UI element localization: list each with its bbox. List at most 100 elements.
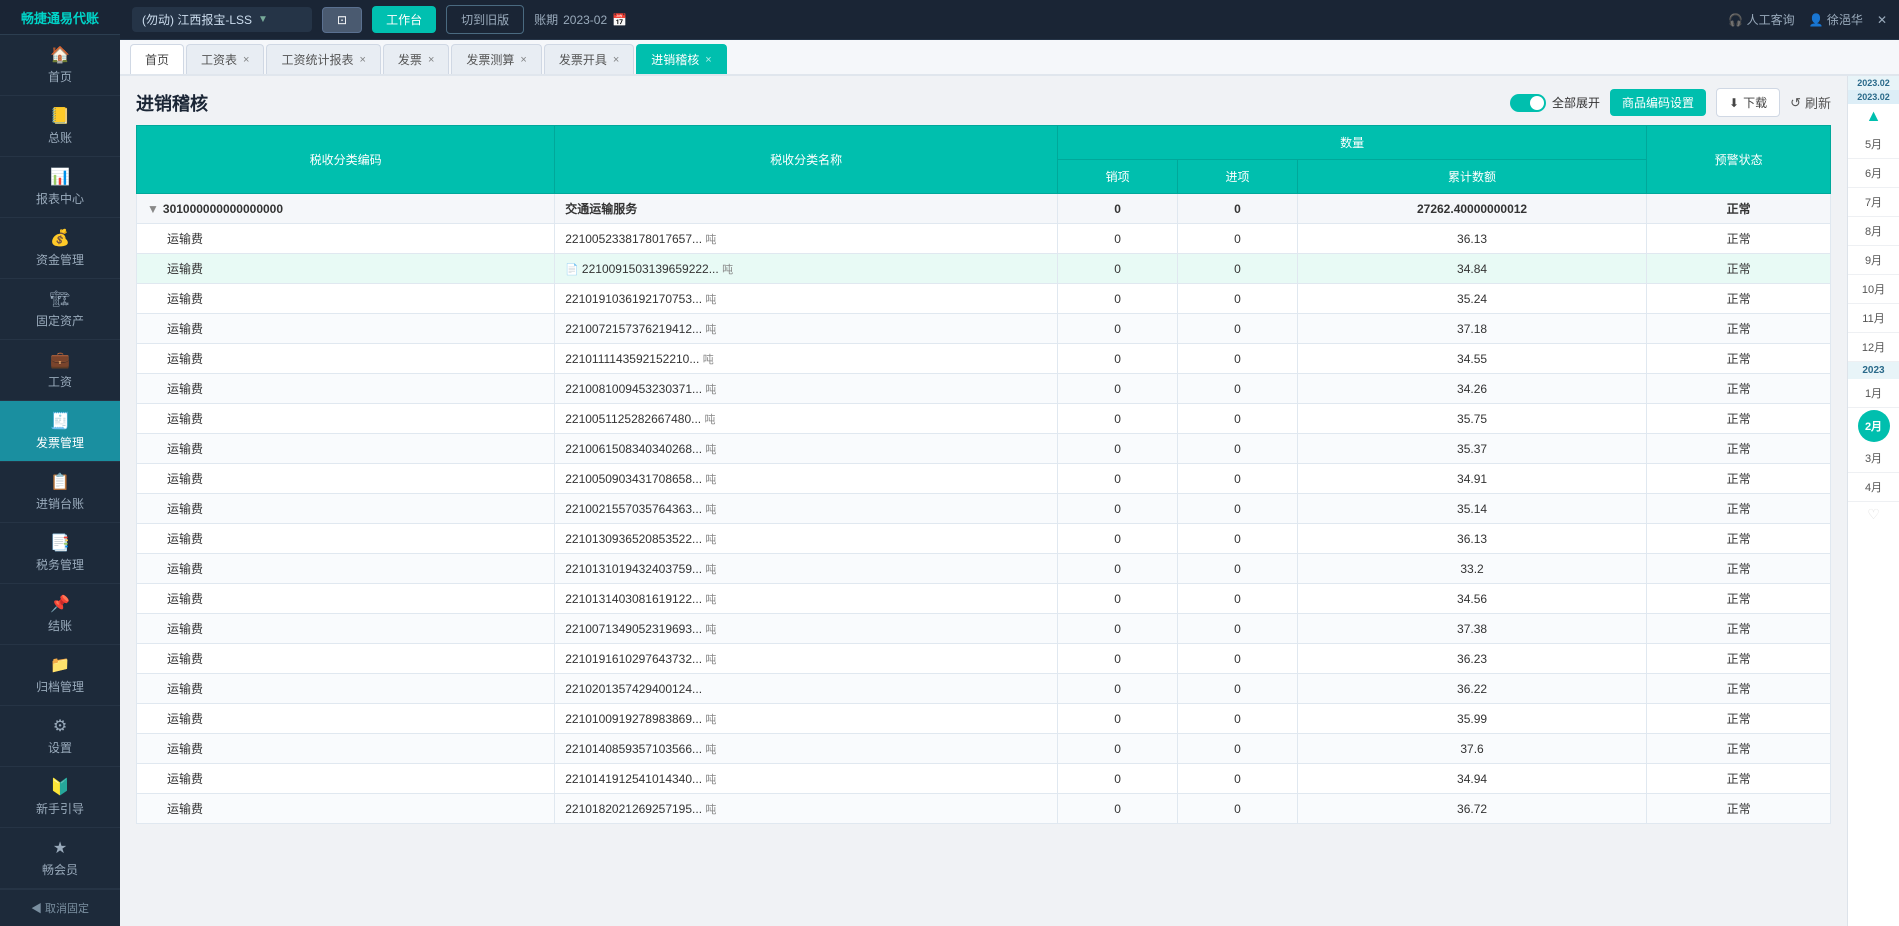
sidebar-label-tax: 税务管理 <box>36 556 84 573</box>
tab-home[interactable]: 首页 <box>130 44 184 74</box>
cell-code: ▼301000000000000000 <box>137 194 555 224</box>
finance-icon: 💰 <box>50 228 70 248</box>
sidebar-item-closing[interactable]: 📌 结账 <box>0 584 120 645</box>
tab-invoice-issue[interactable]: 发票开具 × <box>544 44 634 74</box>
close-btn[interactable]: ✕ <box>1877 13 1887 27</box>
cell-cumulative: 36.13 <box>1297 224 1646 254</box>
month-jan[interactable]: 1月 <box>1848 379 1899 408</box>
cell-invoice: 2210052338178017657... 吨 <box>555 224 1058 254</box>
tab-reconcile-close[interactable]: × <box>705 54 711 66</box>
refresh-btn[interactable]: ↺ 刷新 <box>1790 93 1831 112</box>
cell-sales: 0 <box>1058 734 1178 764</box>
period-label: 账期 <box>534 11 558 28</box>
month-may[interactable]: 5月 <box>1848 130 1899 159</box>
cell-purchase: 0 <box>1178 224 1298 254</box>
ledger-icon: 📒 <box>50 106 70 126</box>
sidebar-item-home[interactable]: 🏠 首页 <box>0 35 120 96</box>
tab-payroll-close[interactable]: × <box>243 54 249 66</box>
workspace-btn[interactable]: 工作台 <box>372 6 436 33</box>
assets-icon: 🏗 <box>50 289 70 309</box>
company-selector[interactable]: (勿动) 江西报宝-LSS ▼ <box>132 7 312 32</box>
month-dec[interactable]: 12月 <box>1848 333 1899 362</box>
cell-invoice: 2210131019432403759... 吨 <box>555 554 1058 584</box>
cell-purchase: 0 <box>1178 254 1298 284</box>
sidebar-item-invoices[interactable]: 🧾 发票管理 <box>0 401 120 462</box>
tab-reconcile[interactable]: 进销稽核 × <box>636 44 726 74</box>
tab-payroll-table[interactable]: 工资表 × <box>186 44 264 74</box>
month-mar[interactable]: 3月 <box>1848 444 1899 473</box>
tab-invoice-calc-close[interactable]: × <box>520 54 526 66</box>
sidebar-item-guide[interactable]: 🔰 新手引导 <box>0 767 120 828</box>
cell-status: 正常 <box>1647 734 1831 764</box>
cell-purchase: 0 <box>1178 314 1298 344</box>
tab-invoice[interactable]: 发票 × <box>383 44 449 74</box>
cell-sales: 0 <box>1058 194 1178 224</box>
cell-invoice: 2210141912541014340... 吨 <box>555 764 1058 794</box>
user-info[interactable]: 👤 徐浥华 <box>1809 11 1863 28</box>
cell-sales: 0 <box>1058 524 1178 554</box>
sidebar-item-settings[interactable]: ⚙ 设置 <box>0 706 120 767</box>
sidebar-label-settings: 设置 <box>48 739 72 756</box>
sidebar-item-ledger[interactable]: 📒 总账 <box>0 96 120 157</box>
sidebar-label-invoices: 发票管理 <box>36 434 84 451</box>
month-nov[interactable]: 11月 <box>1848 304 1899 333</box>
cell-name: 运输费 <box>137 434 555 464</box>
month-jun[interactable]: 6月 <box>1848 159 1899 188</box>
tab-invoice-close[interactable]: × <box>428 54 434 66</box>
sidebar-item-finance[interactable]: 💰 资金管理 <box>0 218 120 279</box>
tab-invoice-calc[interactable]: 发票测算 × <box>451 44 541 74</box>
copy-btn[interactable]: ⊡ <box>322 7 362 33</box>
tab-payroll-stats[interactable]: 工资统计报表 × <box>266 44 380 74</box>
cell-invoice: 2210111143592152210... 吨 <box>555 344 1058 374</box>
tab-payroll-stats-close[interactable]: × <box>359 54 365 66</box>
cell-name: 运输费 <box>137 524 555 554</box>
cell-cumulative: 34.84 <box>1297 254 1646 284</box>
cell-name: 运输费 <box>137 554 555 584</box>
expand-toggle[interactable] <box>1510 94 1546 112</box>
cell-cumulative: 34.26 <box>1297 374 1646 404</box>
calendar-icon[interactable]: 📅 <box>612 13 627 27</box>
purchase-ledger-icon: 📋 <box>50 472 70 492</box>
cell-cumulative: 36.13 <box>1297 524 1646 554</box>
sidebar-item-payroll[interactable]: 💼 工资 <box>0 340 120 401</box>
expand-toggle-label: 全部展开 <box>1552 94 1600 111</box>
month-sep[interactable]: 9月 <box>1848 246 1899 275</box>
sidebar-item-tax[interactable]: 📑 税务管理 <box>0 523 120 584</box>
table-wrapper[interactable]: 税收分类编码 税收分类名称 数量 预警状态 销项 进项 累计数额 <box>120 125 1847 926</box>
sidebar-item-vip[interactable]: ★ 畅会员 <box>0 828 120 889</box>
refresh-icon: ↺ <box>1790 95 1801 111</box>
download-btn[interactable]: ⬇ 下载 <box>1716 88 1780 117</box>
heart-icon: ♡ <box>1863 502 1884 527</box>
cell-purchase: 0 <box>1178 494 1298 524</box>
tab-invoice-issue-close[interactable]: × <box>613 54 619 66</box>
topbar: (勿动) 江西报宝-LSS ▼ ⊡ 工作台 切到旧版 账期 2023-02 📅 … <box>120 0 1899 40</box>
cell-sales: 0 <box>1058 344 1178 374</box>
month-oct[interactable]: 10月 <box>1848 275 1899 304</box>
support-label[interactable]: 🎧 人工客询 <box>1728 11 1794 28</box>
sidebar-unpin[interactable]: ◀ 取消固定 <box>0 889 120 926</box>
th-purchase: 进项 <box>1178 160 1298 194</box>
scroll-up-btn[interactable]: ▲ <box>1862 104 1886 130</box>
cell-sales: 0 <box>1058 644 1178 674</box>
page-title: 进销稽核 <box>136 90 208 116</box>
cell-purchase: 0 <box>1178 614 1298 644</box>
settings-btn[interactable]: 商品编码设置 <box>1610 89 1706 116</box>
month-aug[interactable]: 8月 <box>1848 217 1899 246</box>
month-apr[interactable]: 4月 <box>1848 473 1899 502</box>
refresh-label: 刷新 <box>1805 93 1831 112</box>
sidebar-item-archive[interactable]: 📁 归档管理 <box>0 645 120 706</box>
sidebar-item-assets[interactable]: 🏗 固定资产 <box>0 279 120 340</box>
tab-payroll-stats-label: 工资统计报表 <box>281 51 353 68</box>
switch-btn[interactable]: 切到旧版 <box>446 5 524 34</box>
sidebar-item-reports[interactable]: 📊 报表中心 <box>0 157 120 218</box>
cell-purchase: 0 <box>1178 734 1298 764</box>
cell-purchase: 0 <box>1178 644 1298 674</box>
month-feb[interactable]: 2月 <box>1858 410 1890 442</box>
month-jul[interactable]: 7月 <box>1848 188 1899 217</box>
cell-invoice: 2210061508340340268... 吨 <box>555 434 1058 464</box>
cell-sales: 0 <box>1058 554 1178 584</box>
th-tax-name: 税收分类名称 <box>555 126 1058 194</box>
tab-reconcile-label: 进销稽核 <box>651 51 699 68</box>
cell-status: 正常 <box>1647 584 1831 614</box>
sidebar-item-purchase-ledger[interactable]: 📋 进销台账 <box>0 462 120 523</box>
